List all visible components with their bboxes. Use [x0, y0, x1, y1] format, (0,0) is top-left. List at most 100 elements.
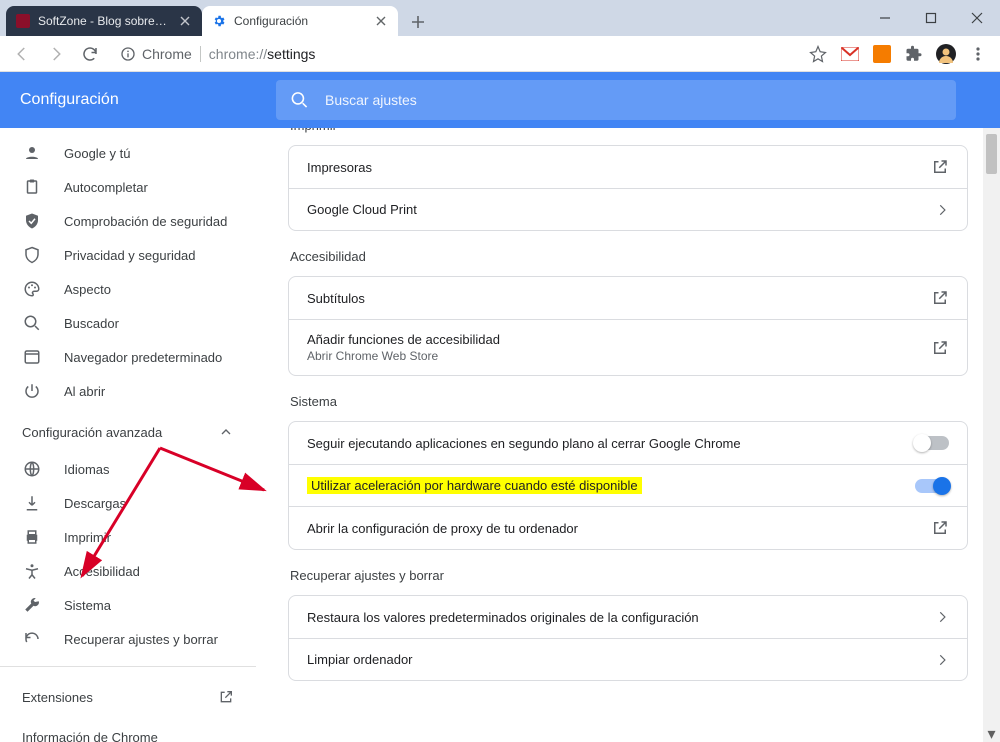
forward-button[interactable] — [42, 40, 70, 68]
sidebar-advanced-label: Configuración avanzada — [22, 425, 162, 440]
settings-header: Configuración — [0, 72, 1000, 128]
address-bar[interactable]: Chrome chrome://settings — [110, 40, 802, 68]
chevron-right-icon[interactable] — [935, 203, 949, 217]
settings-row-label: Impresoras — [307, 160, 372, 175]
section-card-accessibility: Subtítulos Añadir funciones de accesibil… — [288, 276, 968, 376]
sidebar-item-person[interactable]: Google y tú — [0, 136, 256, 170]
window-minimize-button[interactable] — [862, 0, 908, 36]
back-button[interactable] — [8, 40, 36, 68]
globe-icon — [22, 460, 42, 478]
sidebar-item-label: Sistema — [64, 598, 111, 613]
settings-row-text: Subtítulos — [307, 291, 365, 306]
extensions-puzzle-icon[interactable] — [904, 44, 924, 64]
sidebar-item-label: Descargas — [64, 496, 126, 511]
gmail-icon[interactable] — [840, 44, 860, 64]
sidebar-item-power[interactable]: Al abrir — [0, 374, 256, 408]
reload-button[interactable] — [76, 40, 104, 68]
sidebar-item-download[interactable]: Descargas — [0, 486, 256, 520]
section-title-accessibility: Accesibilidad — [290, 249, 968, 264]
sidebar-advanced-toggle[interactable]: Configuración avanzada — [0, 412, 256, 452]
new-tab-button[interactable] — [404, 8, 432, 36]
open-external-icon[interactable] — [931, 289, 949, 307]
settings-row[interactable]: Seguir ejecutando aplicaciones en segund… — [289, 422, 967, 464]
power-icon — [22, 382, 42, 400]
settings-row[interactable]: Limpiar ordenador — [289, 638, 967, 680]
close-icon[interactable] — [374, 14, 388, 28]
sidebar-item-accessibility[interactable]: Accesibilidad — [0, 554, 256, 588]
scrollbar-thumb[interactable] — [986, 134, 997, 174]
sidebar-item-shield-check[interactable]: Comprobación de seguridad — [0, 204, 256, 238]
open-external-icon[interactable] — [931, 158, 949, 176]
omnibox-chip-label: Chrome — [142, 46, 192, 62]
settings-content[interactable]: Imprimir Impresoras Google Cloud Print A… — [256, 128, 1000, 742]
tab-softzone[interactable]: SoftZone - Blog sobre software, — [6, 6, 202, 36]
omnibox-url: chrome://settings — [209, 46, 316, 62]
settings-row[interactable]: Impresoras — [289, 146, 967, 188]
close-icon[interactable] — [178, 14, 192, 28]
section-card-system: Seguir ejecutando aplicaciones en segund… — [288, 421, 968, 550]
settings-row-label: Seguir ejecutando aplicaciones en segund… — [307, 436, 741, 451]
settings-row-text: Utilizar aceleración por hardware cuando… — [307, 478, 642, 493]
sidebar-item-label: Imprimir — [64, 530, 111, 545]
sidebar-item-browser[interactable]: Navegador predeterminado — [0, 340, 256, 374]
shield-icon — [22, 246, 42, 264]
chevron-right-icon[interactable] — [935, 653, 949, 667]
section-card-print: Impresoras Google Cloud Print — [288, 145, 968, 231]
toggle-switch[interactable] — [915, 479, 949, 493]
sidebar-item-clipboard[interactable]: Autocompletar — [0, 170, 256, 204]
sidebar-item-palette[interactable]: Aspecto — [0, 272, 256, 306]
browser-icon — [22, 348, 42, 366]
tab-settings[interactable]: Configuración — [202, 6, 398, 36]
settings-search-input[interactable] — [323, 91, 942, 109]
window-titlebar: SoftZone - Blog sobre software, Configur… — [0, 0, 1000, 36]
scroll-down-arrow[interactable]: ▾ — [983, 725, 1000, 742]
sidebar-item-label: Navegador predeterminado — [64, 350, 222, 365]
sidebar-item-globe[interactable]: Idiomas — [0, 452, 256, 486]
extension-orange-icon[interactable] — [872, 44, 892, 64]
open-external-icon[interactable] — [931, 519, 949, 537]
sidebar-item-print[interactable]: Imprimir — [0, 520, 256, 554]
sidebar-item-label: Autocompletar — [64, 180, 148, 195]
section-title-reset: Recuperar ajustes y borrar — [290, 568, 968, 583]
sidebar-about-link[interactable]: Información de Chrome — [0, 717, 256, 742]
favicon-softzone — [16, 14, 30, 28]
sidebar-item-label: Recuperar ajustes y borrar — [64, 632, 218, 647]
sidebar-item-shield[interactable]: Privacidad y seguridad — [0, 238, 256, 272]
window-maximize-button[interactable] — [908, 0, 954, 36]
sidebar-extensions-link[interactable]: Extensiones — [0, 677, 256, 717]
settings-row[interactable]: Restaura los valores predeterminados ori… — [289, 596, 967, 638]
toggle-switch[interactable] — [915, 436, 949, 450]
window-close-button[interactable] — [954, 0, 1000, 36]
palette-icon — [22, 280, 42, 298]
settings-row-label: Utilizar aceleración por hardware cuando… — [307, 478, 642, 493]
section-title-system: Sistema — [290, 394, 968, 409]
toolbar-extensions — [808, 44, 992, 64]
settings-row[interactable]: Subtítulos — [289, 277, 967, 319]
sidebar-item-label: Idiomas — [64, 462, 110, 477]
settings-row[interactable]: Utilizar aceleración por hardware cuando… — [289, 464, 967, 506]
sidebar-item-restore[interactable]: Recuperar ajustes y borrar — [0, 622, 256, 656]
page-scrollbar[interactable]: ▴ ▾ — [983, 128, 1000, 742]
settings-row[interactable]: Abrir la configuración de proxy de tu or… — [289, 506, 967, 549]
tab-title: Configuración — [234, 14, 366, 28]
sidebar-item-wrench[interactable]: Sistema — [0, 588, 256, 622]
sidebar-item-search[interactable]: Buscador — [0, 306, 256, 340]
settings-row[interactable]: Google Cloud Print — [289, 188, 967, 230]
open-external-icon[interactable] — [931, 339, 949, 357]
settings-row-text: Abrir la configuración de proxy de tu or… — [307, 521, 578, 536]
sidebar-item-label: Información de Chrome — [22, 730, 158, 742]
accessibility-icon — [22, 562, 42, 580]
profile-avatar[interactable] — [936, 44, 956, 64]
tab-title: SoftZone - Blog sobre software, — [38, 14, 170, 28]
settings-row-text: Seguir ejecutando aplicaciones en segund… — [307, 436, 741, 451]
settings-row-label: Subtítulos — [307, 291, 365, 306]
settings-row[interactable]: Añadir funciones de accesibilidad Abrir … — [289, 319, 967, 375]
chrome-menu-button[interactable] — [968, 44, 988, 64]
settings-row-text: Limpiar ordenador — [307, 652, 413, 667]
bookmark-star-icon[interactable] — [808, 44, 828, 64]
chevron-right-icon[interactable] — [935, 610, 949, 624]
sidebar-item-label: Buscador — [64, 316, 119, 331]
settings-row-label: Abrir la configuración de proxy de tu or… — [307, 521, 578, 536]
settings-search[interactable] — [276, 80, 956, 120]
window-controls — [862, 0, 1000, 36]
